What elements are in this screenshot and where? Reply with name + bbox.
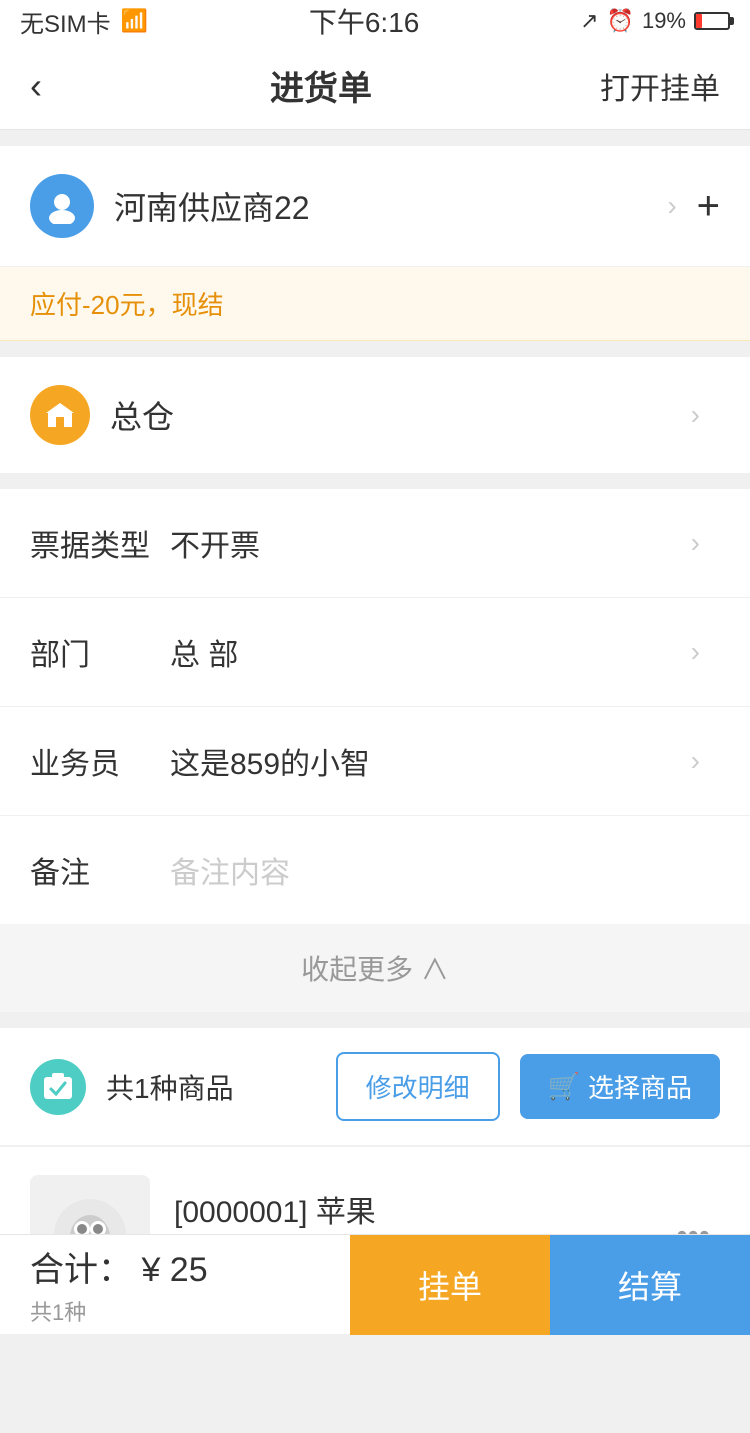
remark-row[interactable]: 备注 备注内容 [0,816,750,924]
settle-button[interactable]: 结算 [550,1235,750,1335]
alert-banner: 应付-20元，现结 [0,267,750,341]
department-row[interactable]: 部门 总 部 › [0,598,750,707]
total-label: 合计： [30,1251,132,1289]
warehouse-name: 总仓 [110,392,691,438]
status-bar-time: 下午6:16 [309,1,420,41]
product-code: [0000001] [174,1196,307,1229]
supplier-row[interactable]: 河南供应商22 › + [0,146,750,267]
warehouse-chevron-icon: › [691,399,700,431]
location-icon: ↗ [580,8,598,34]
status-bar: 无SIM卡 📶 下午6:16 ↗ ⏰ 19% [0,0,750,42]
total-count: 共1种 [30,1295,320,1327]
hang-button[interactable]: 挂单 [350,1235,550,1335]
product-name: [0000001] 苹果 [174,1187,642,1231]
warehouse-section: 总仓 › [0,357,750,473]
status-bar-left: 无SIM卡 📶 [20,4,148,39]
salesman-value: 这是859的小智 [150,739,691,783]
department-value: 总 部 [150,630,691,674]
product-icon [30,1059,86,1115]
salesman-row[interactable]: 业务员 这是859的小智 › [0,707,750,816]
select-product-button[interactable]: 🛒 选择商品 [520,1054,720,1119]
battery-text: 19% [642,8,686,34]
department-chevron-icon: › [691,636,700,668]
salesman-label: 业务员 [30,739,150,783]
carrier-text: 无SIM卡 [20,4,111,39]
total-amount: 合计： ¥ 25 [30,1242,320,1291]
nav-bar: ‹ 进货单 打开挂单 [0,42,750,130]
supplier-section: 河南供应商22 › + 应付-20元，现结 [0,146,750,341]
product-header: 共1种商品 修改明细 🛒 选择商品 [0,1028,750,1145]
supplier-avatar [30,174,94,238]
supplier-chevron-icon: › [667,190,676,222]
status-bar-right: ↗ ⏰ 19% [580,8,730,34]
warehouse-row[interactable]: 总仓 › [0,357,750,473]
invoice-value: 不开票 [150,521,691,565]
total-value: ¥ 25 [141,1251,207,1289]
form-section: 票据类型 不开票 › 部门 总 部 › 业务员 这是859的小智 › 备注 备注… [0,489,750,924]
open-hang-button[interactable]: 打开挂单 [600,64,720,108]
warehouse-icon [30,385,90,445]
product-count: 共1种商品 [106,1067,316,1107]
cart-icon: 🛒 [548,1071,580,1102]
bottom-bar: 合计： ¥ 25 共1种 挂单 结算 [0,1234,750,1334]
edit-detail-button[interactable]: 修改明细 [336,1052,500,1121]
select-product-label: 选择商品 [588,1068,692,1105]
add-button[interactable]: + [697,184,720,229]
wifi-icon: 📶 [121,8,148,34]
battery-icon [694,12,730,30]
battery-fill [696,14,702,28]
product-title: 苹果 [316,1196,376,1229]
remark-label: 备注 [30,848,150,892]
total-section: 合计： ¥ 25 共1种 [0,1242,350,1327]
invoice-label: 票据类型 [30,521,150,565]
bottom-spacer [0,1323,750,1433]
invoice-chevron-icon: › [691,527,700,559]
supplier-name: 河南供应商22 [114,183,667,229]
salesman-chevron-icon: › [691,745,700,777]
back-button[interactable]: ‹ [30,65,42,107]
invoice-row[interactable]: 票据类型 不开票 › [0,489,750,598]
department-label: 部门 [30,630,150,674]
collapse-bar[interactable]: 收起更多 ∧ [0,924,750,1012]
remark-input[interactable]: 备注内容 [150,848,720,892]
page-title: 进货单 [270,61,372,110]
alarm-icon: ⏰ [607,8,634,34]
